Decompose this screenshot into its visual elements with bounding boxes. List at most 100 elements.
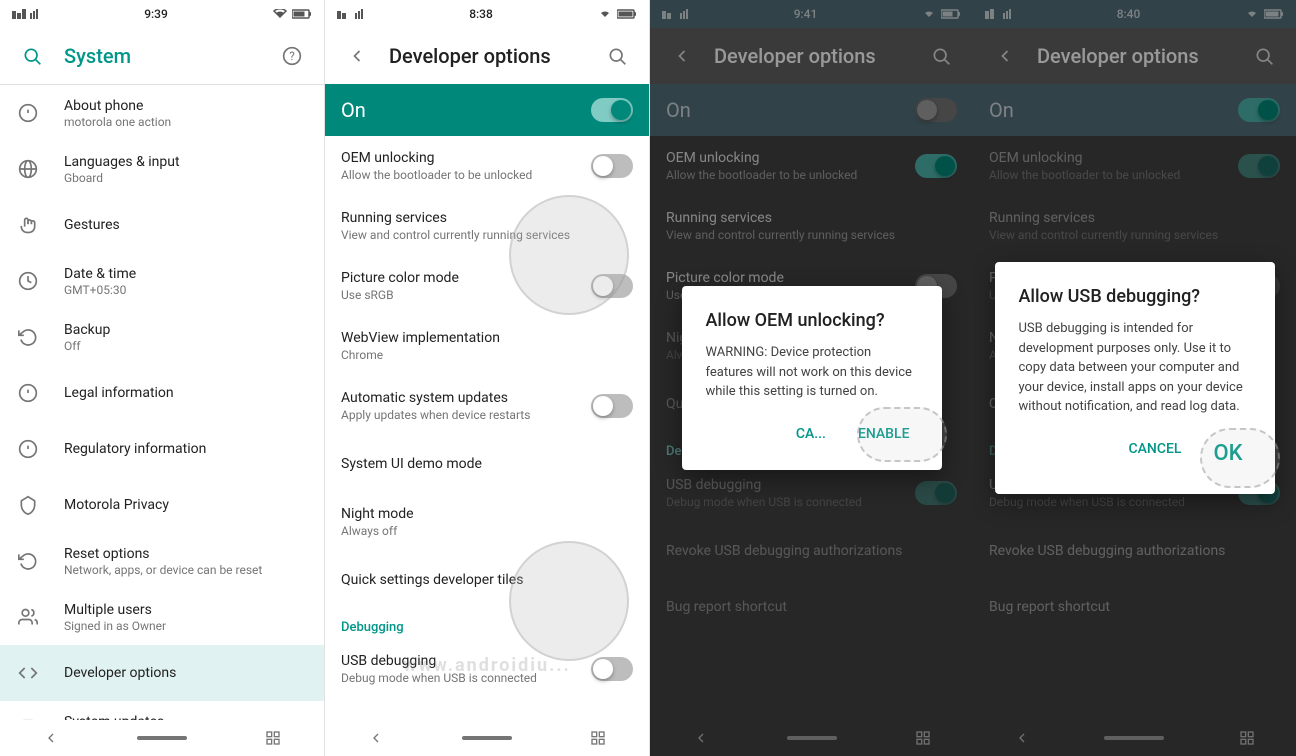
oem-dialog: Allow OEM unlocking? WARNING: Device pro… bbox=[682, 286, 942, 470]
panel-usb-dialog: 8:40 Developer options On OEM unlocking … bbox=[973, 0, 1296, 756]
color-text: Picture color mode Use sRGB bbox=[341, 270, 591, 302]
battery-icon-2 bbox=[617, 9, 637, 19]
regulatory-icon bbox=[16, 437, 40, 461]
usbdebug-toggle[interactable] bbox=[591, 657, 633, 681]
dev-item-uidemo[interactable]: System UI demo mode bbox=[325, 436, 649, 492]
users-icon bbox=[16, 605, 40, 629]
back-nav-2[interactable] bbox=[361, 723, 391, 753]
dev-item-running[interactable]: Running services View and control curren… bbox=[325, 196, 649, 256]
dev-item-qstiles[interactable]: Quick settings developer tiles bbox=[325, 552, 649, 608]
autoupdate-sub: Apply updates when device restarts bbox=[341, 408, 591, 422]
oem-toggle[interactable] bbox=[591, 154, 633, 178]
sidebar-item-privacy[interactable]: Motorola Privacy bbox=[0, 477, 324, 533]
webview-sub: Chrome bbox=[341, 348, 633, 362]
privacy-text: Motorola Privacy bbox=[64, 497, 308, 513]
panel-system-settings: 9:39 System ? About phone motorola one a… bbox=[0, 0, 325, 756]
sidebar-item-backup[interactable]: Backup Off bbox=[0, 309, 324, 365]
debugging-header-2: Debugging bbox=[325, 608, 649, 639]
sidebar-item-about[interactable]: About phone motorola one action bbox=[0, 85, 324, 141]
sidebar-item-datetime[interactable]: Date & time GMT+05:30 bbox=[0, 253, 324, 309]
developer-label: Developer options bbox=[64, 665, 308, 681]
running-label: Running services bbox=[341, 210, 633, 226]
nightmode-sub: Always off bbox=[341, 524, 633, 538]
autoupdate-text: Automatic system updates Apply updates w… bbox=[341, 390, 591, 422]
reset-text: Reset options Network, apps, or device c… bbox=[64, 546, 308, 577]
search-button-2[interactable] bbox=[601, 40, 633, 72]
sidebar-item-reset[interactable]: Reset options Network, apps, or device c… bbox=[0, 533, 324, 589]
on-row-2[interactable]: On bbox=[325, 84, 649, 136]
dev-item-revoke[interactable]: Revoke USB debugging authorizations bbox=[325, 699, 649, 720]
dev-item-nightmode[interactable]: Night mode Always off bbox=[325, 492, 649, 552]
oem-text: OEM unlocking Allow the bootloader to be… bbox=[341, 150, 591, 182]
panel-oem-dialog: 9:41 Developer options On OEM unlocking … bbox=[650, 0, 973, 756]
dev-item-oem[interactable]: OEM unlocking Allow the bootloader to be… bbox=[325, 136, 649, 196]
oem-dialog-title: Allow OEM unlocking? bbox=[706, 310, 918, 331]
reset-label: Reset options bbox=[64, 546, 308, 562]
home-nav-1[interactable] bbox=[137, 736, 187, 740]
oem-dialog-body: WARNING: Device protection features will… bbox=[706, 343, 918, 402]
legal-text: Legal information bbox=[64, 385, 308, 401]
usb-dialog-title: Allow USB debugging? bbox=[1019, 286, 1251, 307]
status-time-2: 8:38 bbox=[469, 7, 493, 21]
autoupdate-toggle[interactable] bbox=[591, 394, 633, 418]
battery-icon-1 bbox=[292, 9, 312, 19]
sidebar-item-languages[interactable]: Languages & input Gboard bbox=[0, 141, 324, 197]
backup-sub: Off bbox=[64, 339, 308, 353]
usb-dialog: Allow USB debugging? USB debugging is in… bbox=[995, 262, 1275, 494]
usb-dialog-overlay[interactable]: Allow USB debugging? USB debugging is in… bbox=[973, 0, 1296, 756]
dev-item-autoupdate[interactable]: Automatic system updates Apply updates w… bbox=[325, 376, 649, 436]
back-nav-1[interactable] bbox=[36, 723, 66, 753]
nightmode-label: Night mode bbox=[341, 506, 633, 522]
users-sub: Signed in as Owner bbox=[64, 619, 308, 633]
backup-icon bbox=[16, 325, 40, 349]
dev-list-2: OEM unlocking Allow the bootloader to be… bbox=[325, 136, 649, 720]
oem-dialog-overlay[interactable]: Allow OEM unlocking? WARNING: Device pro… bbox=[650, 0, 973, 756]
usb-dialog-body: USB debugging is intended for developmen… bbox=[1019, 319, 1251, 417]
ok-circle bbox=[1200, 428, 1280, 488]
sidebar-item-updates[interactable]: System updates Updated to Android 9 bbox=[0, 701, 324, 720]
privacy-icon bbox=[16, 493, 40, 517]
nightmode-text: Night mode Always off bbox=[341, 506, 633, 538]
signal-icon-2 bbox=[355, 9, 365, 19]
on-toggle-2[interactable] bbox=[591, 98, 633, 122]
notification-icon bbox=[12, 9, 26, 19]
oem-cancel-button[interactable]: Ca... bbox=[788, 422, 834, 446]
datetime-icon bbox=[16, 269, 40, 293]
sidebar-item-users[interactable]: Multiple users Signed in as Owner bbox=[0, 589, 324, 645]
home-nav-2[interactable] bbox=[462, 736, 512, 740]
nav-bar-2 bbox=[325, 720, 649, 756]
svg-text:?: ? bbox=[289, 49, 295, 63]
sidebar-list: About phone motorola one action Language… bbox=[0, 85, 324, 720]
sidebar-item-regulatory[interactable]: Regulatory information bbox=[0, 421, 324, 477]
backup-label: Backup bbox=[64, 322, 308, 338]
webview-label: WebView implementation bbox=[341, 330, 633, 346]
users-text: Multiple users Signed in as Owner bbox=[64, 602, 308, 633]
languages-label: Languages & input bbox=[64, 154, 308, 170]
recent-nav-1[interactable] bbox=[258, 723, 288, 753]
status-time-1: 9:39 bbox=[144, 7, 168, 21]
dev-item-usbdebug[interactable]: USB debugging Debug mode when USB is con… bbox=[325, 639, 649, 699]
sidebar-item-developer[interactable]: Developer options bbox=[0, 645, 324, 701]
dev-item-color[interactable]: Picture color mode Use sRGB bbox=[325, 256, 649, 316]
autoupdate-label: Automatic system updates bbox=[341, 390, 591, 406]
languages-text: Languages & input Gboard bbox=[64, 154, 308, 185]
sidebar-item-gestures[interactable]: Gestures bbox=[0, 197, 324, 253]
color-toggle[interactable] bbox=[591, 274, 633, 298]
gestures-icon bbox=[16, 213, 40, 237]
datetime-label: Date & time bbox=[64, 266, 308, 282]
app-bar-title-1: System bbox=[64, 44, 260, 68]
back-button-2[interactable] bbox=[341, 40, 373, 72]
datetime-text: Date & time GMT+05:30 bbox=[64, 266, 308, 297]
help-button-1[interactable]: ? bbox=[276, 40, 308, 72]
gestures-label: Gestures bbox=[64, 217, 308, 233]
search-button-1[interactable] bbox=[16, 40, 48, 72]
dev-item-webview[interactable]: WebView implementation Chrome bbox=[325, 316, 649, 376]
about-icon bbox=[16, 101, 40, 125]
usb-cancel-button[interactable]: Cancel bbox=[1120, 437, 1189, 470]
oem-label: OEM unlocking bbox=[341, 150, 591, 166]
legal-icon bbox=[16, 381, 40, 405]
regulatory-label: Regulatory information bbox=[64, 441, 308, 457]
recent-nav-2[interactable] bbox=[583, 723, 613, 753]
status-icons-right-2 bbox=[597, 9, 637, 19]
sidebar-item-legal[interactable]: Legal information bbox=[0, 365, 324, 421]
